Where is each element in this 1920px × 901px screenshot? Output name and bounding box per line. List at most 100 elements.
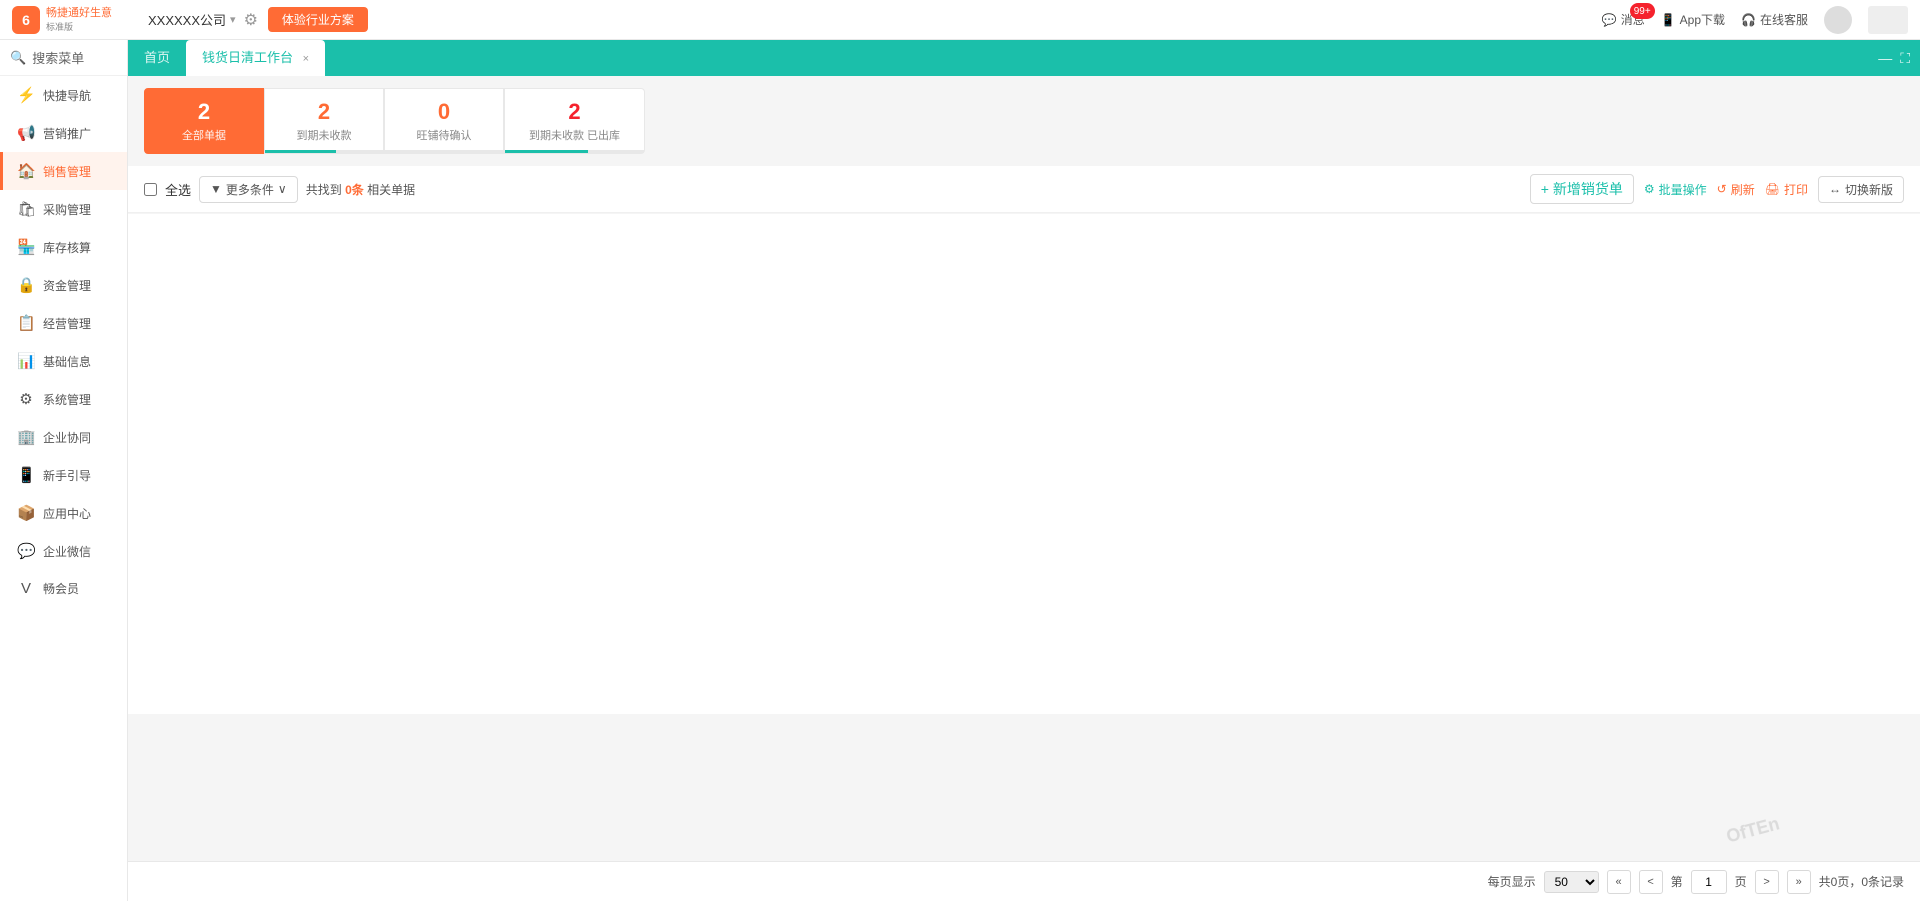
prev-page-button[interactable]: <	[1639, 870, 1663, 894]
sidebar-item-guide[interactable]: 📱 新手引导	[0, 456, 127, 494]
sidebar-item-finance[interactable]: 🔒 资金管理	[0, 266, 127, 304]
marketing-icon: 📢	[17, 124, 35, 142]
card-overdue-shipped-label: 到期未收款 已出库	[529, 127, 620, 143]
card-wangpu-progress	[385, 150, 503, 153]
sidebar-item-inventory[interactable]: 🏪 库存核算	[0, 228, 127, 266]
sidebar-item-marketing[interactable]: 📢 营销推广	[0, 114, 127, 152]
tab-bar: 首页 钱货日清工作台 × — ⛶	[128, 40, 1920, 76]
page-prefix: 第	[1671, 873, 1683, 890]
pagination: 每页显示 50 100 200 « < 第 页 > » 共0页，0条记录	[128, 861, 1920, 901]
search-menu[interactable]: 🔍 搜索菜单	[0, 40, 127, 76]
card-all-num: 2	[169, 99, 239, 125]
card-overdue-progress	[265, 150, 383, 153]
sidebar-item-cooperation[interactable]: 🏢 企业协同	[0, 418, 127, 456]
found-num: 0条	[345, 183, 364, 197]
card-wangpu-label: 旺铺待确认	[409, 127, 479, 143]
sidebar-item-sales[interactable]: 🏠 销售管理	[0, 152, 127, 190]
online-service-button[interactable]: 🎧 在线客服	[1741, 11, 1808, 28]
logo-text: 畅捷通好生意	[46, 6, 112, 20]
wechat-icon: 💬	[17, 542, 35, 560]
batch-operation-button[interactable]: ⚙ 批量操作	[1644, 181, 1707, 198]
card-overdue-shipped[interactable]: 2 到期未收款 已出库	[504, 88, 645, 154]
refresh-button[interactable]: ↺ 刷新	[1717, 181, 1755, 198]
table-area	[128, 214, 1920, 714]
sidebar-item-operation[interactable]: 📋 经营管理	[0, 304, 127, 342]
card-overdue-shipped-progress	[505, 150, 644, 153]
trial-button[interactable]: 体验行业方案	[268, 7, 368, 32]
tab-workbench[interactable]: 钱货日清工作台 ×	[186, 40, 325, 76]
page-number-input[interactable]	[1691, 870, 1727, 894]
app-center-icon: 📦	[17, 504, 35, 522]
first-page-button[interactable]: «	[1607, 870, 1631, 894]
app-download-button[interactable]: 📱 App下载	[1661, 11, 1725, 28]
company-name: XXXXXX公司	[148, 10, 226, 29]
tab-expand-icon[interactable]: ⛶	[1900, 50, 1910, 67]
toolbar-left: 全选 ▼ 更多条件 ∨ 共找到 0条 相关单据	[144, 176, 1518, 203]
company-selector[interactable]: XXXXXX公司 ▾	[148, 10, 236, 29]
sidebar-item-purchase[interactable]: 🛍 采购管理	[0, 190, 127, 228]
sidebar-item-app-center[interactable]: 📦 应用中心	[0, 494, 127, 532]
service-icon: 🎧	[1741, 13, 1756, 27]
select-all-label: 全选	[165, 180, 191, 199]
print-button[interactable]: 🖨 打印	[1765, 181, 1808, 198]
toolbar-right: + 新增销货单 ⚙ 批量操作 ↺ 刷新 🖨 打印 ↔ 切换新版	[1530, 174, 1904, 204]
tab-home[interactable]: 首页	[128, 40, 186, 76]
quick-nav-icon: ⚡	[17, 86, 35, 104]
sidebar-item-wechat[interactable]: 💬 企业微信	[0, 532, 127, 570]
tab-close-icon[interactable]: ×	[303, 53, 309, 65]
user-name	[1868, 6, 1908, 34]
inventory-icon: 🏪	[17, 238, 35, 256]
sidebar-item-member[interactable]: V 畅会员	[0, 570, 127, 607]
settings-icon[interactable]: ⚙	[244, 10, 258, 30]
top-header: 6 畅捷通好生意 标准版 XXXXXX公司 ▾ ⚙ 体验行业方案 💬 消息 99…	[0, 0, 1920, 40]
logo-badge: 标准版	[46, 20, 112, 33]
card-all[interactable]: 2 全部单据	[144, 88, 264, 154]
basic-info-icon: 📊	[17, 352, 35, 370]
last-page-button[interactable]: »	[1787, 870, 1811, 894]
cooperation-icon: 🏢	[17, 428, 35, 446]
chevron-down-icon: ▾	[230, 13, 236, 26]
summary-cards: 2 全部单据 2 到期未收款 0 旺铺待确认 2 到期未收款 已出库	[128, 76, 1920, 166]
select-all-checkbox[interactable]	[144, 183, 157, 196]
switch-icon: ↔	[1829, 182, 1841, 196]
page-suffix: 页	[1735, 873, 1747, 890]
toolbar: 全选 ▼ 更多条件 ∨ 共找到 0条 相关单据 + 新增销货单 ⚙ 批量操作 ↺	[128, 166, 1920, 213]
header-right: 💬 消息 99+ 📱 App下载 🎧 在线客服	[1602, 6, 1908, 34]
new-sale-button[interactable]: + 新增销货单	[1530, 174, 1634, 204]
sidebar-item-quick-nav[interactable]: ⚡ 快捷导航	[0, 76, 127, 114]
card-overdue-num: 2	[289, 99, 359, 125]
member-icon: V	[17, 580, 35, 597]
sidebar-item-basic-info[interactable]: 📊 基础信息	[0, 342, 127, 380]
purchase-icon: 🛍	[17, 200, 35, 218]
card-all-label: 全部单据	[169, 127, 239, 143]
next-page-button[interactable]: >	[1755, 870, 1779, 894]
guide-icon: 📱	[17, 466, 35, 484]
download-icon: 📱	[1661, 13, 1676, 27]
tab-minimize-icon[interactable]: —	[1878, 50, 1892, 66]
system-icon: ⚙	[17, 390, 35, 408]
card-wangpu-num: 0	[409, 99, 479, 125]
message-button[interactable]: 💬 消息 99+	[1602, 11, 1645, 28]
search-icon: 🔍	[10, 50, 26, 66]
avatar[interactable]	[1824, 6, 1852, 34]
page-size-select[interactable]: 50 100 200	[1544, 871, 1599, 893]
filter-icon: ▼	[210, 182, 222, 196]
filter-button[interactable]: ▼ 更多条件 ∨	[199, 176, 298, 203]
card-overdue[interactable]: 2 到期未收款	[264, 88, 384, 154]
logo-icon: 6	[12, 6, 40, 34]
sidebar-item-system[interactable]: ⚙ 系统管理	[0, 380, 127, 418]
batch-icon: ⚙	[1644, 182, 1655, 196]
card-wangpu[interactable]: 0 旺铺待确认	[384, 88, 504, 154]
refresh-icon: ↺	[1717, 182, 1727, 196]
operation-icon: 📋	[17, 314, 35, 332]
chevron-down-icon: ∨	[278, 182, 287, 196]
logo-area: 6 畅捷通好生意 标准版	[12, 6, 140, 34]
tab-actions: — ⛶	[1878, 50, 1920, 67]
main-content: 2 全部单据 2 到期未收款 0 旺铺待确认 2 到期未收款 已出库	[128, 76, 1920, 901]
finance-icon: 🔒	[17, 276, 35, 294]
card-overdue-label: 到期未收款	[289, 127, 359, 143]
per-page-label: 每页显示	[1488, 873, 1536, 890]
switch-version-button[interactable]: ↔ 切换新版	[1818, 176, 1904, 203]
card-overdue-shipped-num: 2	[529, 99, 620, 125]
found-text: 共找到 0条 相关单据	[306, 181, 415, 198]
